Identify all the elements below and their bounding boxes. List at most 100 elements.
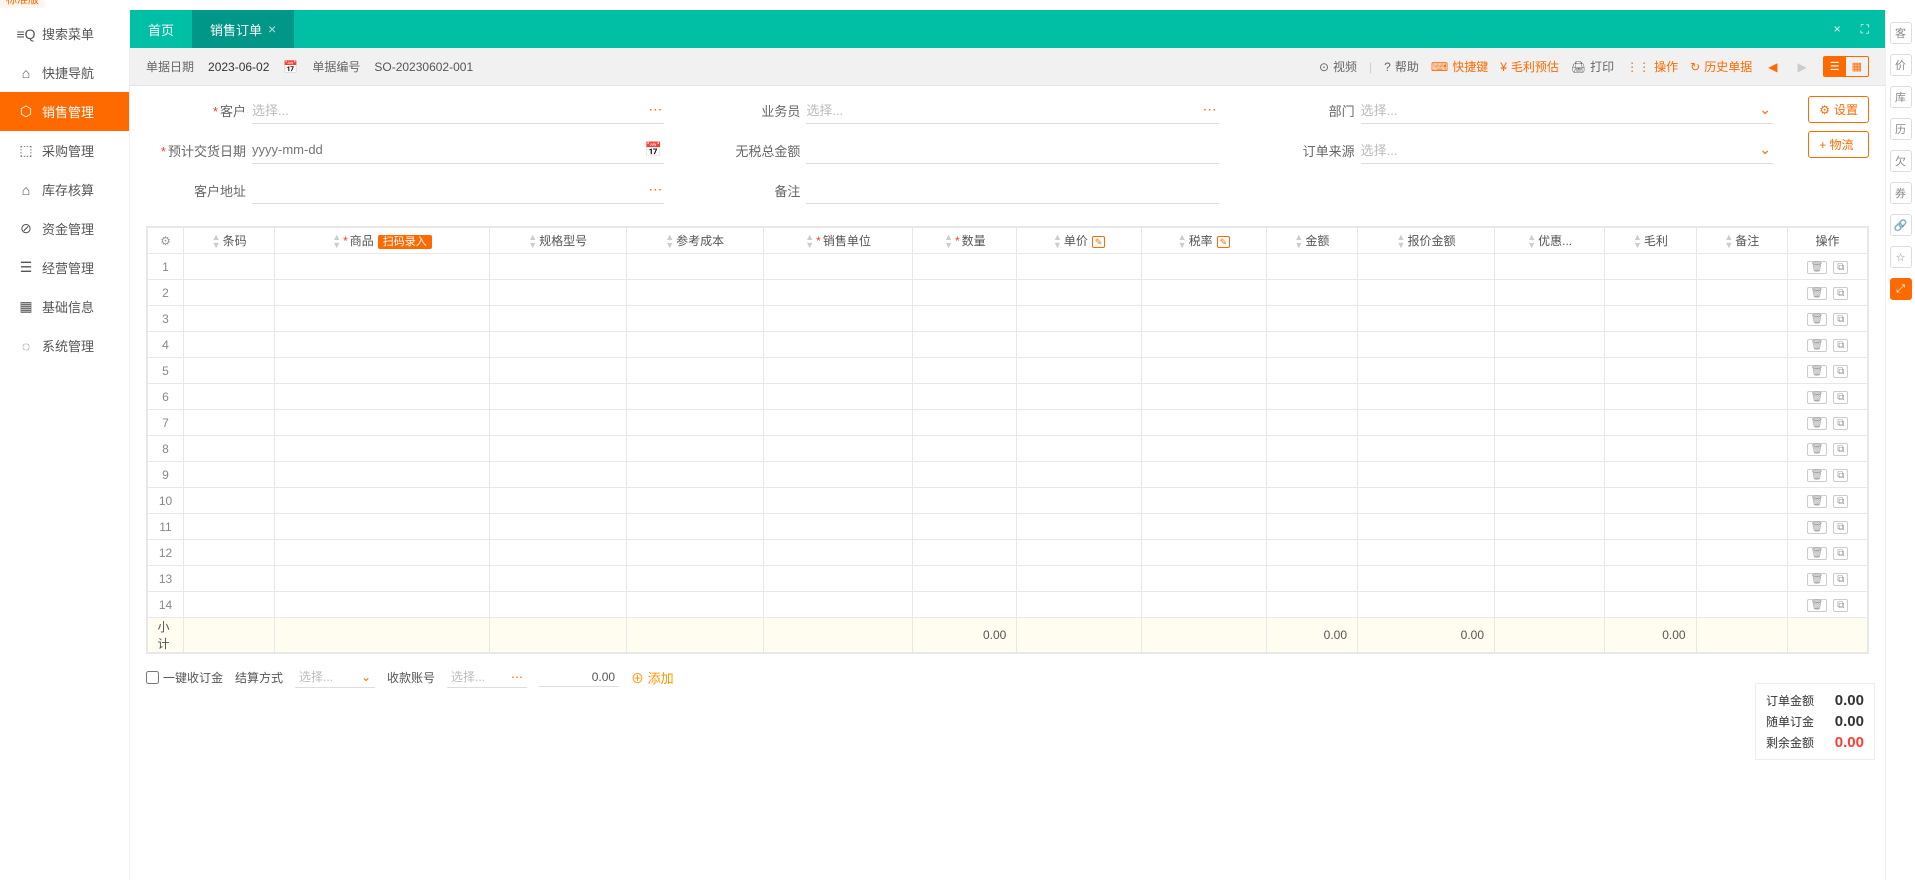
col-remark[interactable]: ▲▼备注 xyxy=(1696,228,1787,254)
sidebar-item-business[interactable]: ☰ 经营管理 xyxy=(0,248,129,287)
table-row[interactable]: 2🗑⧉ xyxy=(148,280,1868,306)
remark-input[interactable] xyxy=(806,176,1218,204)
copy-row-icon[interactable]: ⧉ xyxy=(1833,443,1848,456)
copy-row-icon[interactable]: ⧉ xyxy=(1833,547,1848,560)
logistics-button[interactable]: + 物流 xyxy=(1808,131,1869,158)
rightbar-customer-button[interactable]: 客 xyxy=(1890,22,1912,44)
settings-button[interactable]: ⚙ 设置 xyxy=(1808,96,1869,123)
sidebar-item-search-menu[interactable]: ≡Q 搜索菜单 xyxy=(0,14,129,53)
col-gross[interactable]: ▲▼毛利 xyxy=(1605,228,1696,254)
shortcut-button[interactable]: ⌨ 快捷键 xyxy=(1431,58,1488,75)
col-quote-amount[interactable]: ▲▼报价金额 xyxy=(1358,228,1495,254)
due-date-input[interactable]: 📅 xyxy=(252,136,664,164)
sidebar-item-basic-info[interactable]: ▦ 基础信息 xyxy=(0,287,129,326)
one-click-deposit-checkbox[interactable]: 一键收订金 xyxy=(146,669,223,686)
col-spec[interactable]: ▲▼规格型号 xyxy=(489,228,626,254)
delete-row-icon[interactable]: 🗑 xyxy=(1807,521,1828,534)
col-discount[interactable]: ▲▼优惠... xyxy=(1495,228,1605,254)
print-button[interactable]: 🖨 打印 xyxy=(1571,58,1614,75)
delete-row-icon[interactable]: 🗑 xyxy=(1807,417,1828,430)
customer-addr-input[interactable]: ⋯ xyxy=(252,176,664,204)
table-row[interactable]: 7🗑⧉ xyxy=(148,410,1868,436)
department-select[interactable]: 选择... ⌄ xyxy=(1361,96,1773,124)
col-unit[interactable]: ▲▼*销售单位 xyxy=(763,228,913,254)
close-icon[interactable]: × xyxy=(268,21,276,37)
tab-home[interactable]: 首页 xyxy=(130,10,192,48)
edit-icon[interactable]: ✎ xyxy=(1092,236,1106,248)
rightbar-price-button[interactable]: 价 xyxy=(1890,54,1912,76)
table-row[interactable]: 3🗑⧉ xyxy=(148,306,1868,332)
settle-method-select[interactable]: 选择...⌄ xyxy=(295,666,375,688)
payment-amount-input[interactable]: 0.00 xyxy=(539,668,619,687)
sidebar-item-funds[interactable]: ⊘ 资金管理 xyxy=(0,209,129,248)
col-amount[interactable]: ▲▼金额 xyxy=(1266,228,1357,254)
delete-row-icon[interactable]: 🗑 xyxy=(1807,573,1828,586)
delete-row-icon[interactable]: 🗑 xyxy=(1807,391,1828,404)
video-button[interactable]: ⊙ 视频 xyxy=(1319,58,1357,75)
col-price[interactable]: ▲▼单价✎ xyxy=(1017,228,1142,254)
sidebar-item-purchase[interactable]: ⬚ 采购管理 xyxy=(0,131,129,170)
order-source-select[interactable]: 选择... ⌄ xyxy=(1361,136,1773,164)
doc-date-value[interactable]: 2023-06-02 xyxy=(208,60,269,74)
delete-row-icon[interactable]: 🗑 xyxy=(1807,261,1828,274)
table-row[interactable]: 5🗑⧉ xyxy=(148,358,1868,384)
col-qty[interactable]: ▲▼*数量 xyxy=(913,228,1017,254)
rightbar-link-button[interactable]: 🔗 xyxy=(1890,214,1912,236)
collect-account-select[interactable]: 选择...⋯ xyxy=(447,666,527,688)
chevron-down-icon[interactable]: ⌄ xyxy=(1759,101,1771,118)
view-list-button[interactable]: ☰ xyxy=(1824,57,1846,76)
calendar-icon[interactable]: 📅 xyxy=(283,60,298,74)
rightbar-history-button[interactable]: 历 xyxy=(1890,118,1912,140)
col-tax-rate[interactable]: ▲▼税率✎ xyxy=(1142,228,1267,254)
table-row[interactable]: 11🗑⧉ xyxy=(148,514,1868,540)
more-icon[interactable]: ⋯ xyxy=(648,181,662,198)
copy-row-icon[interactable]: ⧉ xyxy=(1833,261,1848,274)
operate-button[interactable]: ⋮⋮ 操作 xyxy=(1626,58,1678,75)
copy-row-icon[interactable]: ⧉ xyxy=(1833,469,1848,482)
prev-doc-button[interactable]: ◀ xyxy=(1764,60,1781,74)
table-row[interactable]: 6🗑⧉ xyxy=(148,384,1868,410)
col-product[interactable]: ▲▼*商品扫码录入 xyxy=(275,228,489,254)
copy-row-icon[interactable]: ⧉ xyxy=(1833,339,1848,352)
table-row[interactable]: 10🗑⧉ xyxy=(148,488,1868,514)
fullscreen-button[interactable]: ⛶ xyxy=(1853,16,1877,43)
delete-row-icon[interactable]: 🗑 xyxy=(1807,547,1828,560)
view-card-button[interactable]: ▦ xyxy=(1846,57,1868,76)
copy-row-icon[interactable]: ⧉ xyxy=(1833,391,1848,404)
col-barcode[interactable]: ▲▼条码 xyxy=(184,228,275,254)
table-row[interactable]: 9🗑⧉ xyxy=(148,462,1868,488)
rightbar-coupon-button[interactable]: 券 xyxy=(1890,182,1912,204)
delete-row-icon[interactable]: 🗑 xyxy=(1807,313,1828,326)
copy-row-icon[interactable]: ⧉ xyxy=(1833,313,1848,326)
no-tax-total-input[interactable] xyxy=(806,136,1218,164)
rightbar-expand-button[interactable]: ⤢ xyxy=(1890,278,1912,300)
tab-close-all-button[interactable]: × xyxy=(1826,16,1849,42)
edit-icon[interactable]: ✎ xyxy=(1217,236,1231,248)
col-ref-cost[interactable]: ▲▼参考成本 xyxy=(626,228,763,254)
delete-row-icon[interactable]: 🗑 xyxy=(1807,495,1828,508)
chevron-down-icon[interactable]: ⌄ xyxy=(1759,141,1771,158)
more-icon[interactable]: ⋯ xyxy=(648,101,662,118)
table-row[interactable]: 4🗑⧉ xyxy=(148,332,1868,358)
delete-row-icon[interactable]: 🗑 xyxy=(1807,339,1828,352)
table-row[interactable]: 12🗑⧉ xyxy=(148,540,1868,566)
sidebar-item-quick-nav[interactable]: ⌂ 快捷导航 xyxy=(0,53,129,92)
copy-row-icon[interactable]: ⧉ xyxy=(1833,417,1848,430)
column-settings-button[interactable]: ⚙ xyxy=(148,228,184,254)
copy-row-icon[interactable]: ⧉ xyxy=(1833,521,1848,534)
rightbar-stock-button[interactable]: 库 xyxy=(1890,86,1912,108)
rightbar-star-button[interactable]: ☆ xyxy=(1890,246,1912,268)
help-button[interactable]: ? 帮助 xyxy=(1384,58,1419,75)
table-row[interactable]: 1🗑⧉ xyxy=(148,254,1868,280)
scan-badge[interactable]: 扫码录入 xyxy=(378,235,432,249)
customer-select[interactable]: 选择... ⋯ xyxy=(252,96,664,124)
delete-row-icon[interactable]: 🗑 xyxy=(1807,469,1828,482)
more-icon[interactable]: ⋯ xyxy=(1203,101,1217,118)
rightbar-debt-button[interactable]: 欠 xyxy=(1890,150,1912,172)
copy-row-icon[interactable]: ⧉ xyxy=(1833,365,1848,378)
sidebar-item-sales[interactable]: ⬡ 销售管理 xyxy=(0,92,129,131)
next-doc-button[interactable]: ▶ xyxy=(1793,60,1810,74)
history-button[interactable]: ↻ 历史单据 xyxy=(1690,58,1752,75)
copy-row-icon[interactable]: ⧉ xyxy=(1833,599,1848,612)
copy-row-icon[interactable]: ⧉ xyxy=(1833,495,1848,508)
